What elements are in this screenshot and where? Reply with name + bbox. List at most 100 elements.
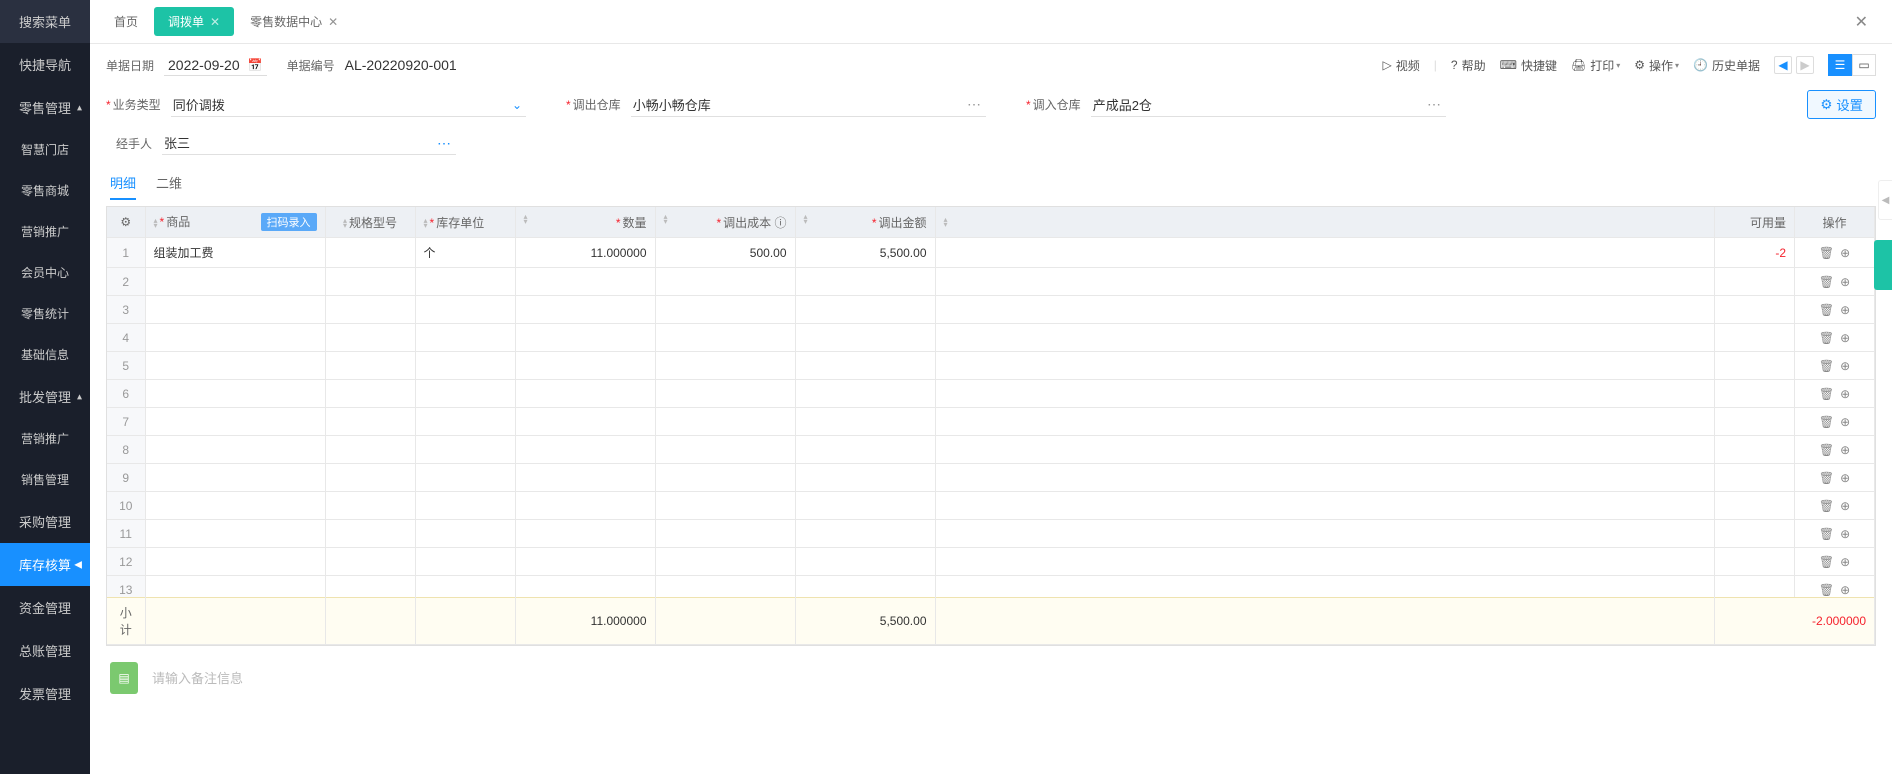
delete-row-icon[interactable]: 🗑 <box>1819 583 1834 597</box>
handler-select[interactable]: ⋯ <box>162 131 456 155</box>
in-wh-select[interactable]: ⋯ <box>1091 93 1446 117</box>
view-list-button[interactable]: ☰ <box>1828 54 1852 76</box>
sidebar-item-12[interactable]: 采购管理 <box>0 500 90 543</box>
delete-row-icon[interactable]: 🗑 <box>1819 275 1834 289</box>
sidebar-item-16[interactable]: 发票管理 <box>0 672 90 715</box>
sidebar-item-10[interactable]: 营销推广 <box>0 418 90 459</box>
table-row[interactable]: 9🗑⊕ <box>107 464 1875 492</box>
scan-button[interactable]: 扫码录入 <box>261 213 317 231</box>
table-row[interactable]: 2🗑⊕ <box>107 268 1875 296</box>
sidebar-item-11[interactable]: 销售管理 <box>0 459 90 500</box>
sidebar: 搜索菜单快捷导航零售管理▴智慧门店零售商城营销推广会员中心零售统计基础信息批发管… <box>0 0 90 774</box>
delete-row-icon[interactable]: 🗑 <box>1819 555 1834 569</box>
biz-type-select[interactable]: ⌄ <box>171 93 526 117</box>
sidebar-item-7[interactable]: 零售统计 <box>0 293 90 334</box>
sidebar-item-0[interactable]: 搜索菜单 <box>0 0 90 43</box>
add-row-icon[interactable]: ⊕ <box>1840 359 1850 373</box>
delete-row-icon[interactable]: 🗑 <box>1819 527 1834 541</box>
sidebar-item-6[interactable]: 会员中心 <box>0 252 90 293</box>
table-row[interactable]: 6🗑⊕ <box>107 380 1875 408</box>
top-tab-1[interactable]: 调拨单✕ <box>154 7 234 36</box>
add-row-icon[interactable]: ⊕ <box>1840 443 1850 457</box>
table-row[interactable]: 8🗑⊕ <box>107 436 1875 464</box>
biz-type-input[interactable] <box>171 93 526 117</box>
delete-row-icon[interactable]: 🗑 <box>1819 246 1834 260</box>
delete-row-icon[interactable]: 🗑 <box>1819 387 1834 401</box>
help-link[interactable]: ? 帮助 <box>1451 57 1486 74</box>
note-icon[interactable]: ▤ <box>110 662 138 694</box>
subtotal-qty: 11.000000 <box>515 598 655 645</box>
calendar-icon[interactable]: 📅 <box>248 58 263 72</box>
shortcut-link[interactable]: ⌨ 快捷键 <box>1500 57 1557 74</box>
add-row-icon[interactable]: ⊕ <box>1840 415 1850 429</box>
sidebar-item-3[interactable]: 智慧门店 <box>0 129 90 170</box>
table-row[interactable]: 4🗑⊕ <box>107 324 1875 352</box>
col-product[interactable]: ▴▾*商品扫码录入 <box>145 207 325 238</box>
table-row[interactable]: 10🗑⊕ <box>107 492 1875 520</box>
out-wh-input[interactable] <box>631 93 986 117</box>
add-row-icon[interactable]: ⊕ <box>1840 527 1850 541</box>
delete-row-icon[interactable]: 🗑 <box>1819 471 1834 485</box>
sidebar-item-8[interactable]: 基础信息 <box>0 334 90 375</box>
top-tab-0[interactable]: 首页 <box>100 7 152 36</box>
next-doc-button[interactable]: ▶ <box>1796 56 1814 74</box>
sidebar-item-15[interactable]: 总账管理 <box>0 629 90 672</box>
top-tab-2[interactable]: 零售数据中心✕ <box>236 7 352 36</box>
table-row[interactable]: 7🗑⊕ <box>107 408 1875 436</box>
col-cost[interactable]: ▴▾*调出成本 ⓘ <box>655 207 795 238</box>
table-row[interactable]: 11🗑⊕ <box>107 520 1875 548</box>
delete-row-icon[interactable]: 🗑 <box>1819 359 1834 373</box>
sidebar-item-1[interactable]: 快捷导航 <box>0 43 90 86</box>
operate-link[interactable]: ⚙ 操作▾ <box>1634 57 1679 74</box>
in-wh-input[interactable] <box>1091 93 1446 117</box>
close-icon[interactable]: ✕ <box>328 15 338 29</box>
add-row-icon[interactable]: ⊕ <box>1840 471 1850 485</box>
sidebar-item-9[interactable]: 批发管理▴ <box>0 375 90 418</box>
table-row[interactable]: 13🗑⊕ <box>107 576 1875 598</box>
delete-row-icon[interactable]: 🗑 <box>1819 303 1834 317</box>
add-row-icon[interactable]: ⊕ <box>1840 246 1850 260</box>
close-all-tabs[interactable]: ✕ <box>1841 12 1882 32</box>
delete-row-icon[interactable]: 🗑 <box>1819 331 1834 345</box>
doc-date-field[interactable]: 2022-09-20 📅 <box>164 55 267 76</box>
sidebar-item-5[interactable]: 营销推广 <box>0 211 90 252</box>
view-card-button[interactable]: ▭ <box>1852 54 1876 76</box>
add-row-icon[interactable]: ⊕ <box>1840 331 1850 345</box>
add-row-icon[interactable]: ⊕ <box>1840 303 1850 317</box>
history-link[interactable]: 🕘 历史单据 <box>1693 57 1760 74</box>
col-amount[interactable]: ▴▾*调出金额 <box>795 207 935 238</box>
add-row-icon[interactable]: ⊕ <box>1840 275 1850 289</box>
table-row[interactable]: 12🗑⊕ <box>107 548 1875 576</box>
add-row-icon[interactable]: ⊕ <box>1840 583 1850 597</box>
table-row[interactable]: 3🗑⊕ <box>107 296 1875 324</box>
sidebar-item-14[interactable]: 资金管理 <box>0 586 90 629</box>
right-dock-tab[interactable] <box>1874 240 1892 290</box>
close-icon[interactable]: ✕ <box>210 15 220 29</box>
delete-row-icon[interactable]: 🗑 <box>1819 499 1834 513</box>
tab-2d[interactable]: 二维 <box>156 173 182 200</box>
sidebar-item-13[interactable]: 库存核算◀ <box>0 543 90 586</box>
gear-header[interactable]: ⚙ <box>107 207 145 238</box>
col-avail[interactable]: 可用量 <box>1715 207 1795 238</box>
sidebar-item-2[interactable]: 零售管理▴ <box>0 86 90 129</box>
print-link[interactable]: 🖨 打印▾ <box>1571 57 1620 74</box>
out-wh-select[interactable]: ⋯ <box>631 93 986 117</box>
delete-row-icon[interactable]: 🗑 <box>1819 443 1834 457</box>
handler-input[interactable] <box>162 131 456 155</box>
remark-input[interactable] <box>152 671 1872 686</box>
col-unit[interactable]: ▴▾*库存单位 <box>415 207 515 238</box>
prev-doc-button[interactable]: ◀ <box>1774 56 1792 74</box>
table-row[interactable]: 5🗑⊕ <box>107 352 1875 380</box>
table-row[interactable]: 1组装加工费个11.000000500.005,500.00-2🗑⊕ <box>107 238 1875 268</box>
tab-detail[interactable]: 明细 <box>110 173 136 200</box>
collapse-handle[interactable]: ◀ <box>1878 180 1892 220</box>
col-spec[interactable]: ▴▾规格型号 <box>325 207 415 238</box>
settings-button[interactable]: ⚙ 设置 <box>1807 90 1876 119</box>
video-link[interactable]: ▷ 视频 <box>1383 57 1420 74</box>
delete-row-icon[interactable]: 🗑 <box>1819 415 1834 429</box>
add-row-icon[interactable]: ⊕ <box>1840 387 1850 401</box>
add-row-icon[interactable]: ⊕ <box>1840 499 1850 513</box>
col-qty[interactable]: ▴▾*数量 <box>515 207 655 238</box>
sidebar-item-4[interactable]: 零售商城 <box>0 170 90 211</box>
add-row-icon[interactable]: ⊕ <box>1840 555 1850 569</box>
